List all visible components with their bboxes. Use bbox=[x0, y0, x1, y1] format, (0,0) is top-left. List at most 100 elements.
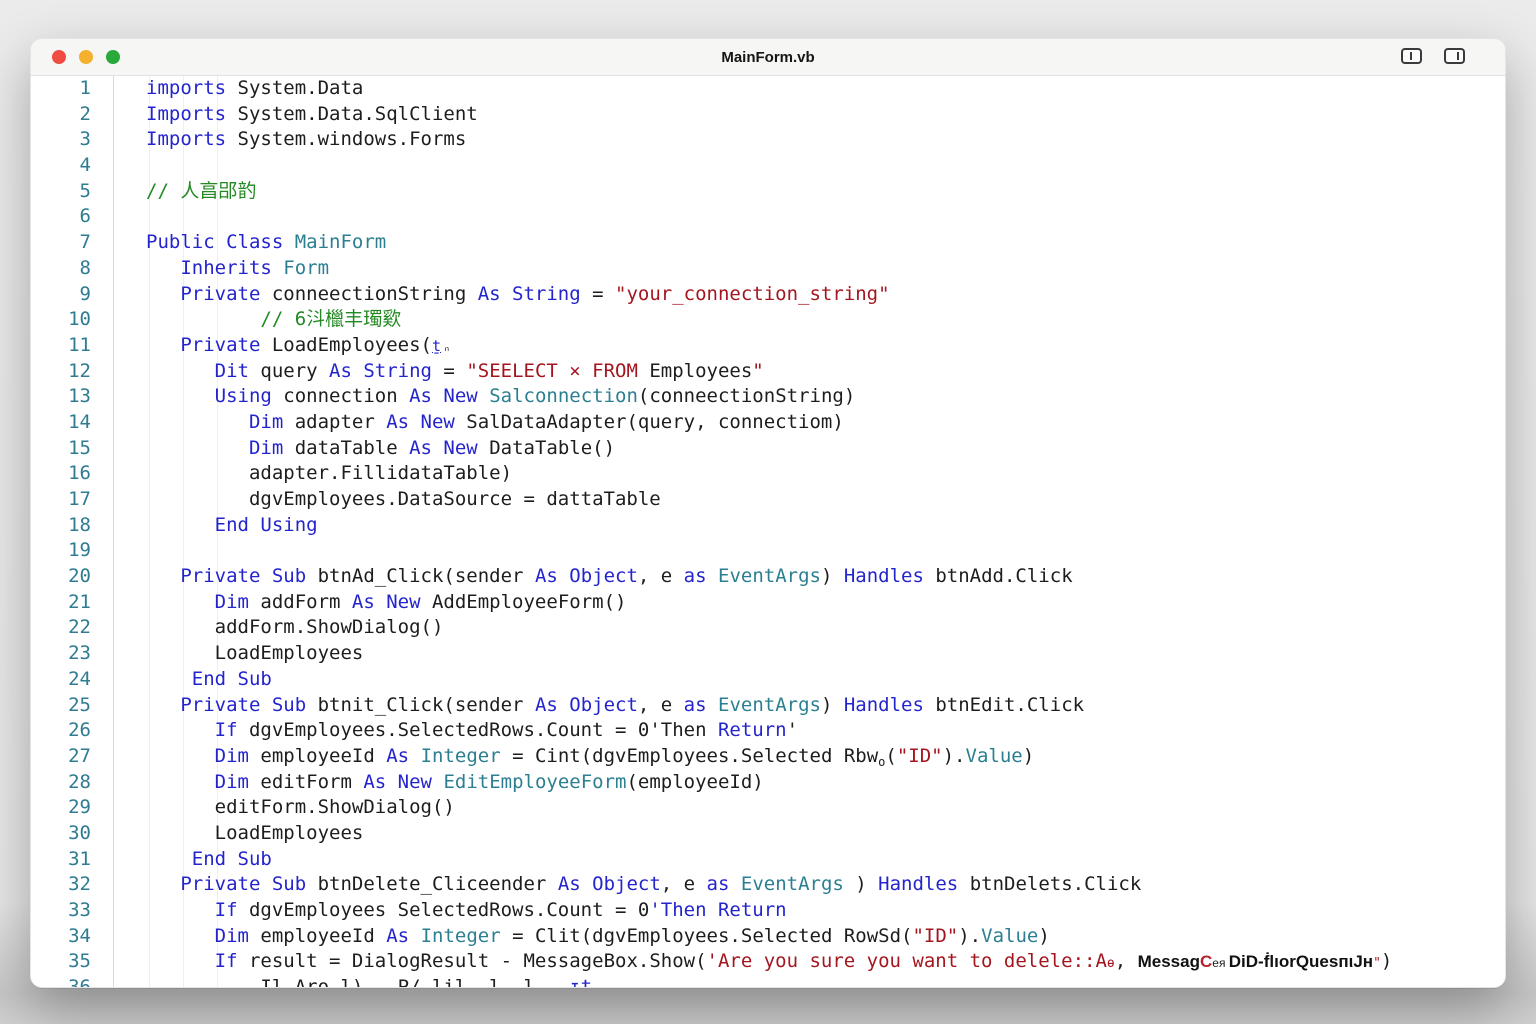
code-line: 19 bbox=[31, 538, 1505, 564]
line-content[interactable]: Dim adapter As New SalDataAdapter(query,… bbox=[113, 410, 1505, 436]
line-content[interactable] bbox=[113, 204, 1505, 230]
line-number: 16 bbox=[68, 462, 91, 485]
code-token: As Object bbox=[534, 565, 638, 588]
line-content[interactable] bbox=[113, 538, 1505, 564]
minimize-button[interactable] bbox=[79, 50, 93, 64]
code-line: 21 Dim addForm As New AddEmployeeForm() bbox=[31, 590, 1505, 616]
code-token: Private Sub bbox=[180, 693, 307, 716]
line-content[interactable]: If dgvEmployees SelectedRows.Count = 0'T… bbox=[113, 898, 1505, 924]
code-token: As bbox=[386, 744, 410, 767]
panel-right-icon[interactable] bbox=[1444, 48, 1465, 64]
line-content[interactable]: Dit query As String = "SEELECT × FROM Em… bbox=[113, 359, 1505, 385]
code-line: 27 Dim employeeId As Integer = Cint(dgvEm… bbox=[31, 744, 1505, 770]
line-content[interactable]: End Using bbox=[113, 513, 1505, 539]
line-content[interactable]: dgvEmployees.DataSource = dattaTable bbox=[113, 487, 1505, 513]
code-token: End Sub bbox=[191, 667, 272, 690]
window-title: MainForm.vb bbox=[721, 48, 815, 66]
line-content[interactable]: Imports System.windows.Forms bbox=[113, 127, 1505, 153]
line-content[interactable]: Imports System.Data.SqlClient bbox=[113, 102, 1505, 128]
line-content[interactable]: Dim employeeId As Integer = Clit(dgvEmpl… bbox=[113, 924, 1505, 950]
code-token: Dim bbox=[214, 744, 249, 767]
code-token: Salconnection bbox=[489, 385, 638, 408]
code-editor[interactable]: 1 imports System.Data 2 Imports System.Data… bbox=[31, 76, 1505, 988]
code-token: Il Aro.l). P/ lil. l. l . bbox=[260, 976, 570, 988]
code-line: 11 Private LoadEmployees(ṯ ₙ bbox=[31, 333, 1505, 359]
code-line: 22 addForm.ShowDialog() bbox=[31, 615, 1505, 641]
line-content[interactable]: If result = DialogResult - MessageBox.Sh… bbox=[113, 949, 1505, 975]
line-number: 28 bbox=[68, 770, 91, 793]
code-token: If bbox=[214, 950, 238, 973]
line-content[interactable]: Dim employeeId As Integer = Cint(dgvEmpl… bbox=[113, 744, 1505, 770]
line-content[interactable]: If dgvEmployees.SelectedRows.Count = 0'T… bbox=[113, 718, 1505, 744]
code-token: ). bbox=[958, 924, 982, 947]
zoom-button[interactable] bbox=[106, 50, 120, 64]
line-content[interactable]: adapter.FillidataTable) bbox=[113, 461, 1505, 487]
code-token: Return bbox=[717, 719, 787, 742]
code-token: LoadEmployees bbox=[214, 821, 364, 844]
code-token: Dim bbox=[214, 590, 249, 613]
line-number: 32 bbox=[68, 873, 91, 896]
panel-left-icon[interactable] bbox=[1401, 48, 1422, 64]
line-content[interactable]: // 人亯郘䪨 bbox=[113, 179, 1505, 205]
code-line: 31 End Sub bbox=[31, 847, 1505, 873]
line-content[interactable]: editForm.ShowDialog() bbox=[113, 795, 1505, 821]
line-number: 4 bbox=[79, 154, 91, 177]
code-token: Inherits bbox=[180, 256, 272, 279]
line-content[interactable]: Public Class MainForm bbox=[113, 230, 1505, 256]
code-token: Imports bbox=[146, 128, 227, 151]
line-content[interactable]: Dim editForm As New EditEmployeeForm(emp… bbox=[113, 770, 1505, 796]
code-token: imports bbox=[146, 77, 227, 99]
close-button[interactable] bbox=[52, 50, 66, 64]
line-content[interactable]: imports System.Data bbox=[113, 76, 1505, 102]
code-token: // 6㳆㯿丰㻿㰿 bbox=[260, 308, 402, 331]
line-content[interactable] bbox=[113, 153, 1505, 179]
line-content[interactable]: Private Sub btnit_Click(sender As Object… bbox=[113, 693, 1505, 719]
code-token: "ID" bbox=[912, 924, 959, 947]
line-content[interactable]: LoadEmployees bbox=[113, 821, 1505, 847]
line-content[interactable]: addForm.ShowDialog() bbox=[113, 615, 1505, 641]
code-line: 24 End Sub bbox=[31, 667, 1505, 693]
code-line: 13 Using connection As New Salconnection(… bbox=[31, 384, 1505, 410]
code-token: Messag bbox=[1137, 952, 1200, 972]
code-line: 36 Il Aro.l). P/ lil. l. l .↧t. bbox=[31, 975, 1505, 988]
line-number: 27 bbox=[68, 744, 91, 767]
line-content[interactable]: Using connection As New Salconnection(co… bbox=[113, 384, 1505, 410]
code-token: ). bbox=[942, 744, 966, 767]
line-content[interactable]: Dim addForm As New AddEmployeeForm() bbox=[113, 590, 1505, 616]
titlebar-icons bbox=[1401, 48, 1465, 64]
code-token: Handles bbox=[843, 693, 924, 716]
line-content[interactable]: Private LoadEmployees(ṯ ₙ bbox=[113, 333, 1505, 359]
line-content[interactable]: Private Sub btnAd_Click(sender As Object… bbox=[113, 564, 1505, 590]
line-content[interactable]: End Sub bbox=[113, 667, 1505, 693]
code-token: Public Class bbox=[146, 231, 284, 254]
code-token: EditEmployeeForm bbox=[443, 770, 627, 793]
code-token: DiD-ḟlıorQuesпιJн bbox=[1228, 952, 1374, 972]
line-content[interactable]: Private Sub btnDelete_Cliceender As Obje… bbox=[113, 872, 1505, 898]
code-token: Dim bbox=[248, 436, 284, 459]
line-content[interactable]: // 6㳆㯿丰㻿㰿 bbox=[113, 307, 1505, 333]
code-token: editForm bbox=[248, 770, 364, 793]
code-line: 35 If result = DialogResult - MessageBox.… bbox=[31, 949, 1505, 975]
line-number: 1 bbox=[79, 77, 91, 99]
line-content[interactable]: Inherits Form bbox=[113, 256, 1505, 282]
code-token: System.Data.SqlClient bbox=[226, 102, 478, 125]
code-token: ) bbox=[1022, 744, 1035, 767]
code-token: dgvEmployees.DataSource = dattaTable bbox=[248, 488, 661, 510]
line-number: 6 bbox=[79, 205, 91, 228]
line-content[interactable]: Dim dataTable As New DataTable() bbox=[113, 436, 1505, 462]
line-content[interactable]: Private conneectionString As String = "y… bbox=[113, 282, 1505, 308]
code-token: If bbox=[214, 719, 238, 742]
code-token: MainForm bbox=[283, 231, 387, 254]
code-token: ) bbox=[820, 565, 844, 588]
code-token: ө bbox=[1106, 956, 1115, 972]
line-number: 21 bbox=[68, 590, 91, 613]
code-token: End Using bbox=[214, 513, 318, 536]
line-content[interactable]: LoadEmployees bbox=[113, 641, 1505, 667]
code-token: End Sub bbox=[191, 847, 272, 870]
line-content[interactable]: Il Aro.l). P/ lil. l. l .↧t. bbox=[113, 975, 1505, 988]
code-token: "ID" bbox=[896, 744, 943, 767]
window-titlebar: MainForm.vb bbox=[31, 39, 1505, 76]
line-content[interactable]: End Sub bbox=[113, 847, 1505, 873]
code-line: 28 Dim editForm As New EditEmployeeForm(e… bbox=[31, 770, 1505, 796]
